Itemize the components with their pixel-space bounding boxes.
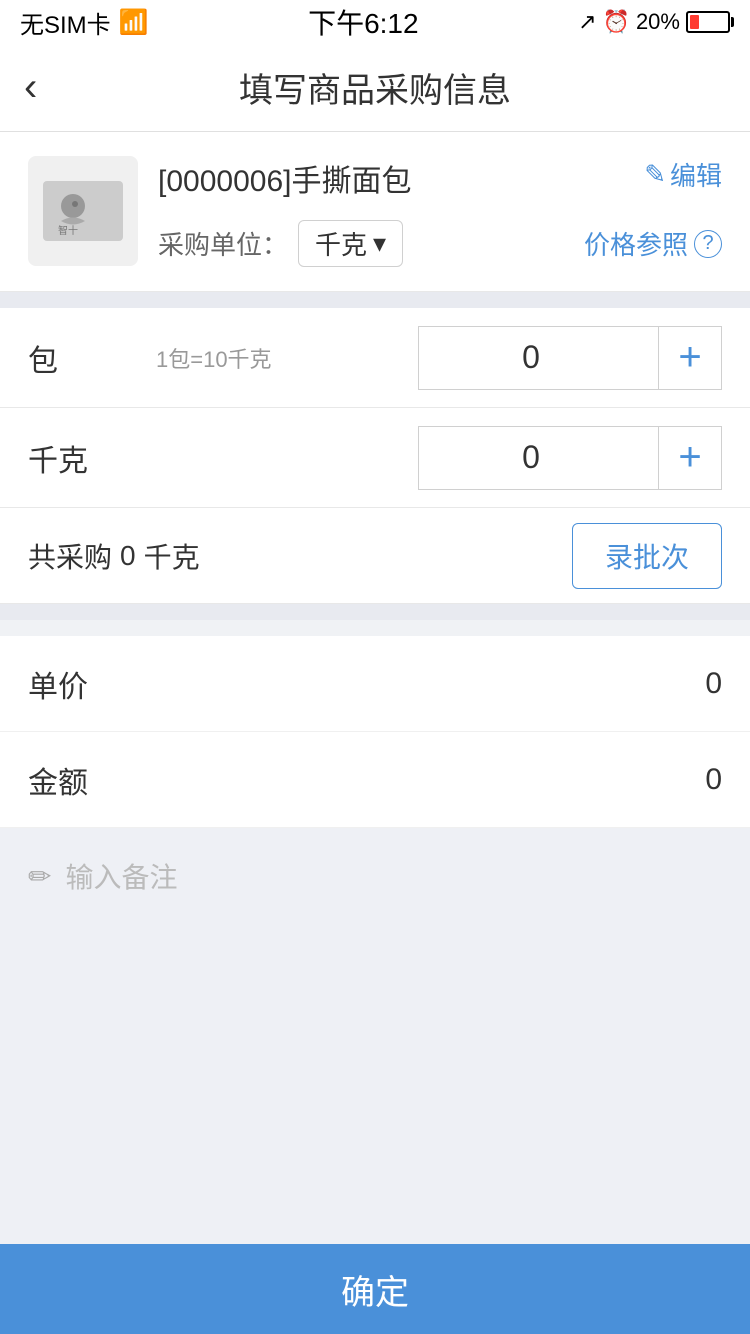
unit-value: 千克 [315, 225, 367, 262]
content-area [0, 924, 750, 1244]
product-thumbnail: 智十 [43, 181, 123, 241]
kg-quantity-input[interactable] [418, 426, 658, 490]
carrier-text: 无SIM卡 [20, 5, 111, 40]
status-bar: 无SIM卡 📶 下午6:12 ↗ ⏰ 20% [0, 0, 750, 44]
bag-quantity-input[interactable] [418, 326, 658, 390]
kg-input-row: 千克 + [0, 408, 750, 508]
note-section[interactable]: ✏ 输入备注 [0, 828, 750, 924]
price-ref-label: 价格参照 [584, 225, 688, 262]
product-image: 智十 [28, 156, 138, 266]
amount-label: 金额 [28, 758, 88, 802]
unit-price-value: 0 [705, 667, 722, 701]
note-placeholder: 输入备注 [65, 856, 177, 896]
product-header: [0000006]手撕面包 ✎ 编辑 [158, 156, 722, 200]
product-info: [0000006]手撕面包 ✎ 编辑 采购单位： 千克 ▾ 价格参照 ? [158, 156, 722, 267]
edit-icon: ✎ [644, 159, 666, 190]
battery-percent: 20% [636, 9, 680, 35]
bag-label: 包 [28, 336, 148, 380]
total-prefix: 共采购 [28, 536, 112, 576]
dropdown-arrow-icon: ▾ [373, 228, 386, 259]
record-batch-button[interactable]: 录批次 [572, 523, 722, 589]
product-name: [0000006]手撕面包 [158, 156, 411, 200]
amount-value: 0 [705, 763, 722, 797]
confirm-button[interactable]: 确定 [0, 1244, 750, 1334]
nav-bar: ‹ 填写商品采购信息 [0, 44, 750, 132]
total-text: 共采购 0 千克 [28, 536, 200, 576]
location-icon: ↗ [578, 9, 596, 35]
unit-label: 采购单位： [158, 225, 288, 262]
section-divider-2 [0, 604, 750, 620]
input-section: 包 1包=10千克 + 千克 + 共采购 0 千克 录批次 [0, 308, 750, 604]
wifi-icon: 📶 [119, 8, 149, 37]
battery-icon [686, 11, 730, 33]
bag-sublabel: 1包=10千克 [156, 342, 272, 374]
amount-row: 金额 0 [0, 732, 750, 828]
page-title: 填写商品采购信息 [239, 63, 511, 112]
kg-label: 千克 [28, 436, 148, 480]
status-right: ↗ ⏰ 20% [578, 9, 730, 35]
unit-price-row: 单价 0 [0, 636, 750, 732]
back-button[interactable]: ‹ [24, 65, 37, 110]
status-time: 下午6:12 [308, 2, 419, 42]
edit-label: 编辑 [670, 156, 722, 193]
total-row: 共采购 0 千克 录批次 [0, 508, 750, 604]
kg-plus-button[interactable]: + [658, 426, 722, 490]
svg-text:智十: 智十 [58, 224, 78, 236]
unit-price-label: 单价 [28, 662, 88, 706]
price-ref-button[interactable]: 价格参照 ? [584, 225, 722, 262]
product-card: 智十 [0000006]手撕面包 ✎ 编辑 采购单位： 千克 ▾ 价格参照 ? [0, 132, 750, 292]
product-unit-row: 采购单位： 千克 ▾ 价格参照 ? [158, 220, 722, 267]
bag-plus-button[interactable]: + [658, 326, 722, 390]
bag-input-row: 包 1包=10千克 + [0, 308, 750, 408]
kg-input-right: + [418, 426, 722, 490]
edit-button[interactable]: ✎ 编辑 [644, 156, 722, 193]
total-unit: 千克 [144, 536, 200, 576]
alarm-icon: ⏰ [603, 9, 630, 35]
price-ref-help-icon: ? [694, 230, 722, 258]
section-divider-1 [0, 292, 750, 308]
total-amount: 0 [120, 540, 136, 572]
bag-input-right: + [418, 326, 722, 390]
status-left: 无SIM卡 📶 [20, 5, 149, 40]
price-section: 单价 0 金额 0 [0, 636, 750, 828]
unit-select[interactable]: 千克 ▾ [298, 220, 403, 267]
pencil-icon: ✏ [28, 860, 51, 893]
